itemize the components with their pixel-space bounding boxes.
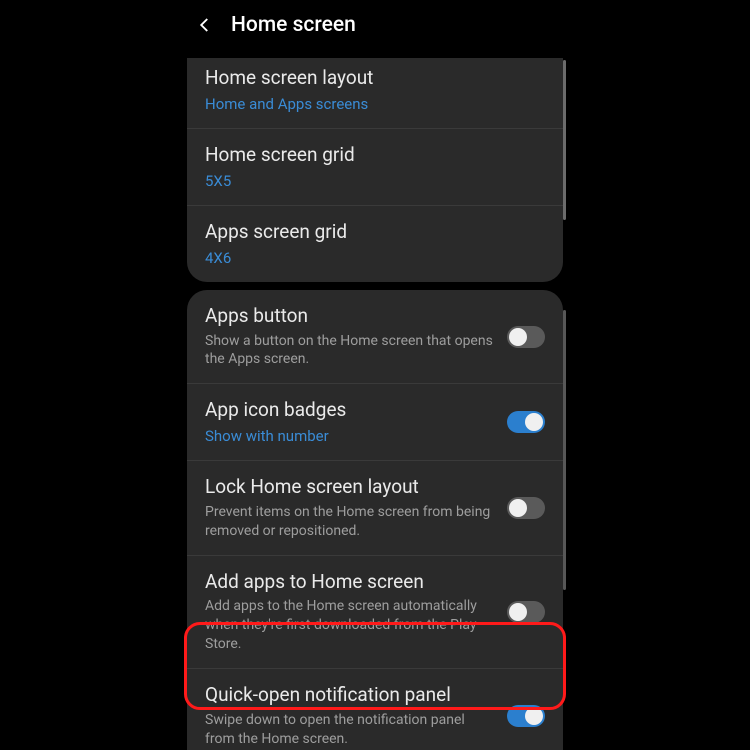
row-home-screen-layout[interactable]: Home screen layout Home and Apps screens	[187, 58, 563, 129]
row-title: Home screen layout	[205, 66, 535, 91]
row-title: Add apps to Home screen	[205, 570, 497, 595]
back-button[interactable]	[191, 11, 219, 39]
row-lock-home-screen-layout[interactable]: Lock Home screen layout Prevent items on…	[187, 461, 563, 555]
settings-card-layout: Home screen layout Home and Apps screens…	[187, 58, 563, 282]
row-title: Lock Home screen layout	[205, 475, 497, 500]
row-app-icon-badges[interactable]: App icon badges Show with number	[187, 384, 563, 461]
row-subtitle: Prevent items on the Home screen from be…	[205, 503, 497, 541]
row-title: Quick-open notification panel	[205, 683, 497, 708]
row-subtitle: Show with number	[205, 426, 497, 446]
scrollbar[interactable]	[563, 310, 566, 590]
toggle-lock-layout[interactable]	[507, 497, 545, 519]
toggle-add-apps[interactable]	[507, 601, 545, 623]
row-subtitle: Home and Apps screens	[205, 94, 535, 114]
scrollbar[interactable]	[563, 60, 566, 220]
row-subtitle: 5X5	[205, 171, 535, 191]
header: Home screen	[177, 0, 573, 50]
row-subtitle: 4X6	[205, 248, 535, 268]
row-subtitle: Add apps to the Home screen automaticall…	[205, 597, 497, 654]
row-apps-button[interactable]: Apps button Show a button on the Home sc…	[187, 290, 563, 384]
row-quick-open-notification-panel[interactable]: Quick-open notification panel Swipe down…	[187, 669, 563, 750]
row-title: App icon badges	[205, 398, 497, 423]
row-title: Apps button	[205, 304, 497, 329]
settings-scroll[interactable]: Home screen layout Home and Apps screens…	[177, 50, 573, 750]
row-subtitle: Show a button on the Home screen that op…	[205, 332, 497, 370]
row-title: Apps screen grid	[205, 220, 535, 245]
page-title: Home screen	[231, 13, 356, 37]
toggle-quick-open-panel[interactable]	[507, 705, 545, 727]
toggle-apps-button[interactable]	[507, 326, 545, 348]
row-apps-screen-grid[interactable]: Apps screen grid 4X6	[187, 206, 563, 282]
chevron-left-icon	[196, 16, 214, 34]
toggle-app-icon-badges[interactable]	[507, 411, 545, 433]
row-home-screen-grid[interactable]: Home screen grid 5X5	[187, 129, 563, 206]
row-add-apps-to-home[interactable]: Add apps to Home screen Add apps to the …	[187, 556, 563, 669]
settings-card-options: Apps button Show a button on the Home sc…	[187, 290, 563, 750]
phone-screen: Home screen Home screen layout Home and …	[177, 0, 573, 750]
row-subtitle: Swipe down to open the notification pane…	[205, 711, 497, 749]
row-title: Home screen grid	[205, 143, 535, 168]
